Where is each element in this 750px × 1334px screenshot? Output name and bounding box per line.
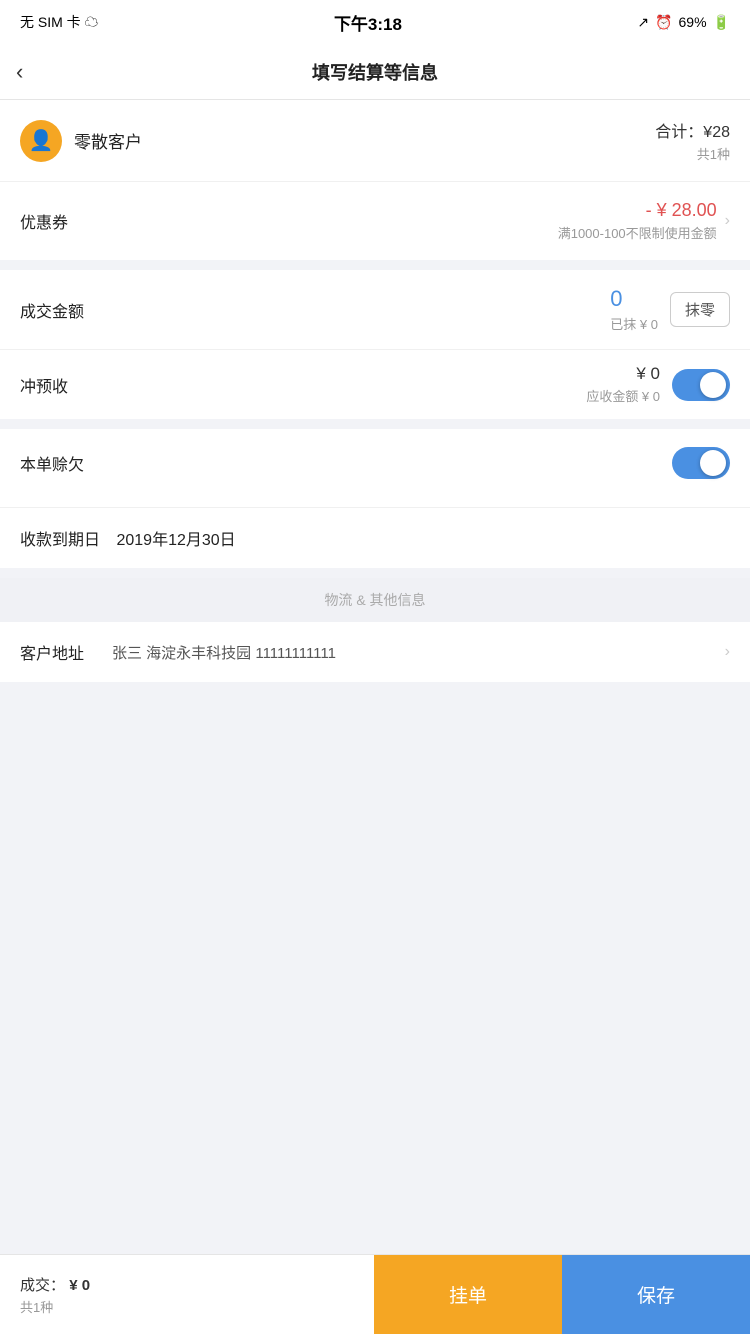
hold-button-label: 挂单 bbox=[449, 1281, 487, 1308]
date-row: 收款到期日 2019年12月30日 bbox=[0, 507, 750, 568]
sim-label: 无 SIM 卡 ☁ bbox=[20, 12, 99, 32]
alarm-icon: ⏰ bbox=[655, 14, 672, 31]
page-title: 填写结算等信息 bbox=[312, 59, 438, 85]
debt-label: 本单赊欠 bbox=[20, 451, 84, 475]
divider-text: 物流 & 其他信息 bbox=[324, 590, 425, 610]
prepay-label: 冲预收 bbox=[20, 373, 68, 397]
prepay-amount: ¥ 0 bbox=[586, 364, 660, 384]
due-date-value: 2019年12月30日 bbox=[116, 532, 235, 549]
back-button[interactable]: ‹ bbox=[16, 59, 23, 85]
prepay-row: 冲预收 ¥ 0 应收金额 ¥ 0 bbox=[0, 349, 750, 419]
customer-row: 👤 零散客户 合计：¥28 共1种 bbox=[0, 100, 750, 181]
toggle-knob bbox=[700, 372, 726, 398]
main-content: 👤 零散客户 合计：¥28 共1种 优惠券 - ¥ 28.00 满1000-10… bbox=[0, 100, 750, 772]
transaction-label: 成交金额 bbox=[20, 298, 84, 322]
total-amount: 合计：¥28 bbox=[655, 118, 730, 142]
status-right: ↗ ⏰ 69% 🔋 bbox=[637, 14, 730, 31]
transaction-right: 0 已抹 ¥ 0 抹零 bbox=[610, 286, 730, 333]
address-chevron-icon: › bbox=[725, 643, 730, 661]
customer-coupon-section: 👤 零散客户 合计：¥28 共1种 优惠券 - ¥ 28.00 满1000-10… bbox=[0, 100, 750, 260]
status-left: 无 SIM 卡 ☁ bbox=[20, 12, 99, 32]
coupon-description: 满1000-100不限制使用金额 bbox=[558, 223, 717, 242]
hold-button[interactable]: 挂单 bbox=[374, 1255, 562, 1334]
bottom-deal-label: 成交： bbox=[20, 1277, 65, 1294]
save-button-label: 保存 bbox=[637, 1281, 675, 1308]
round-button[interactable]: 抹零 bbox=[670, 292, 730, 327]
due-date-label: 收款到期日 bbox=[20, 532, 100, 549]
avatar: 👤 bbox=[20, 120, 62, 162]
transaction-value-col: 0 已抹 ¥ 0 bbox=[610, 286, 658, 333]
battery-icon: 🔋 bbox=[713, 14, 730, 31]
prepay-sub: 应收金额 ¥ 0 bbox=[586, 386, 660, 405]
battery-label: 69% bbox=[679, 14, 707, 30]
bottom-info: 成交： ¥ 0 共1种 bbox=[0, 1255, 374, 1334]
prepay-right: ¥ 0 应收金额 ¥ 0 bbox=[586, 364, 730, 405]
prepay-toggle[interactable] bbox=[672, 369, 730, 401]
debt-section: 本单赊欠 收款到期日 2019年12月30日 bbox=[0, 429, 750, 568]
coupon-row[interactable]: 优惠券 - ¥ 28.00 满1000-100不限制使用金额 › bbox=[0, 181, 750, 260]
debt-toggle[interactable] bbox=[672, 447, 730, 479]
transaction-row: 成交金额 0 已抹 ¥ 0 抹零 bbox=[0, 270, 750, 349]
bottom-deal-amount: ¥ 0 bbox=[69, 1277, 90, 1294]
total-count: 共1种 bbox=[655, 144, 730, 163]
coupon-label: 优惠券 bbox=[20, 209, 68, 233]
customer-left: 👤 零散客户 bbox=[20, 120, 142, 162]
coupon-right-col: - ¥ 28.00 满1000-100不限制使用金额 bbox=[558, 200, 717, 242]
customer-right: 合计：¥28 共1种 bbox=[655, 118, 730, 163]
address-value: 张三 海淀永丰科技园 11111111111 bbox=[112, 642, 725, 663]
nav-bar: ‹ 填写结算等信息 bbox=[0, 44, 750, 100]
address-section[interactable]: 客户地址 张三 海淀永丰科技园 11111111111 › bbox=[0, 622, 750, 682]
logistics-divider: 物流 & 其他信息 bbox=[0, 578, 750, 622]
status-time: 下午3:18 bbox=[334, 10, 402, 35]
debt-toggle-knob bbox=[700, 450, 726, 476]
bottom-deal: 成交： ¥ 0 bbox=[20, 1274, 354, 1295]
debt-row: 本单赊欠 bbox=[0, 429, 750, 497]
transaction-section: 成交金额 0 已抹 ¥ 0 抹零 冲预收 ¥ 0 应收金额 ¥ 0 bbox=[0, 270, 750, 419]
status-bar: 无 SIM 卡 ☁ 下午3:18 ↗ ⏰ 69% 🔋 bbox=[0, 0, 750, 44]
transaction-value: 0 bbox=[610, 286, 658, 312]
bottom-count: 共1种 bbox=[20, 1297, 354, 1316]
transaction-sub: 已抹 ¥ 0 bbox=[610, 314, 658, 333]
customer-name: 零散客户 bbox=[74, 128, 142, 153]
avatar-icon: 👤 bbox=[29, 128, 54, 153]
address-label: 客户地址 bbox=[20, 640, 100, 664]
prepay-value-col: ¥ 0 应收金额 ¥ 0 bbox=[586, 364, 660, 405]
coupon-chevron-icon: › bbox=[725, 212, 730, 230]
save-button[interactable]: 保存 bbox=[562, 1255, 750, 1334]
coupon-value: - ¥ 28.00 bbox=[558, 200, 717, 221]
location-icon: ↗ bbox=[637, 14, 649, 31]
bottom-bar: 成交： ¥ 0 共1种 挂单 保存 bbox=[0, 1254, 750, 1334]
